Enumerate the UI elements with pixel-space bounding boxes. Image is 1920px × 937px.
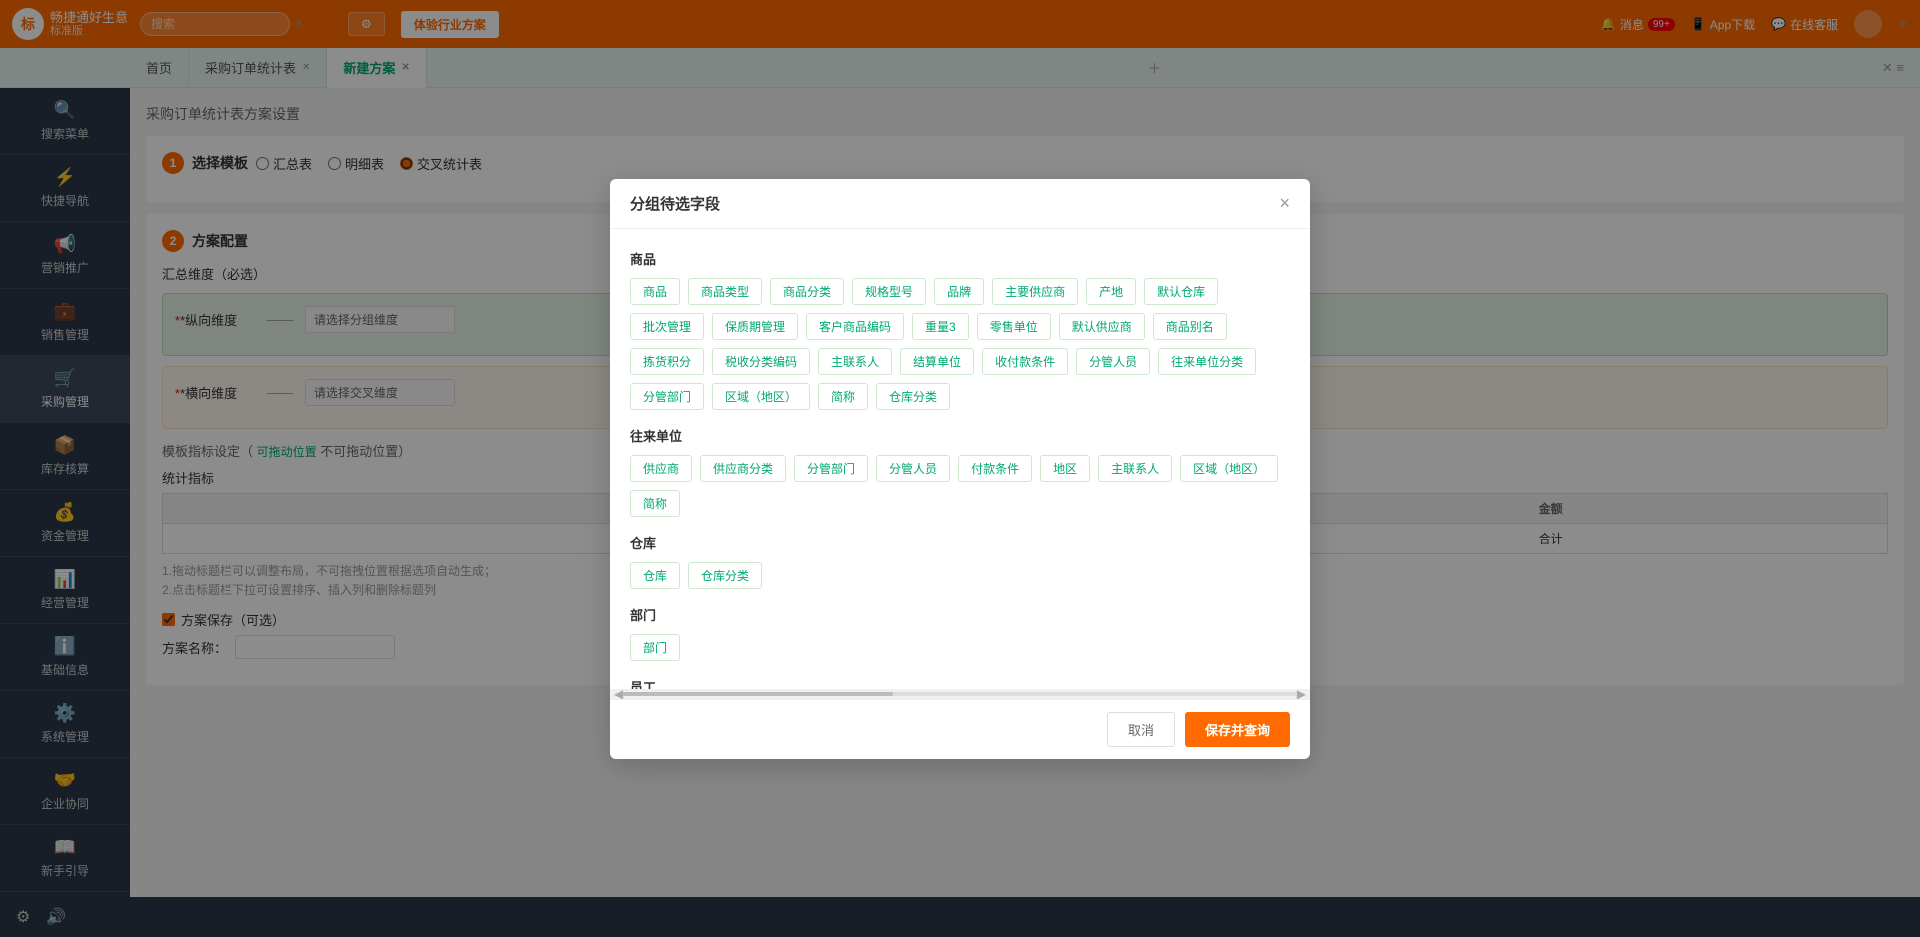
modal-footer: 取消 保存并查询 bbox=[610, 699, 1310, 759]
field-tag-partner-dept[interactable]: 分管部门 bbox=[794, 455, 868, 482]
field-tag-department[interactable]: 部门 bbox=[630, 634, 680, 661]
hscroll-track bbox=[623, 692, 1297, 696]
field-tag-main-supplier[interactable]: 主要供应商 bbox=[992, 278, 1078, 305]
field-tag-shelf-life[interactable]: 保质期管理 bbox=[712, 313, 798, 340]
field-tag-product-type[interactable]: 商品类型 bbox=[688, 278, 762, 305]
field-tag-origin[interactable]: 产地 bbox=[1086, 278, 1136, 305]
field-tag-settlement-unit[interactable]: 结算单位 bbox=[900, 348, 974, 375]
field-tag-warehouse-cat[interactable]: 仓库分类 bbox=[688, 562, 762, 589]
field-tag-brand[interactable]: 品牌 bbox=[934, 278, 984, 305]
field-tag-dept[interactable]: 分管部门 bbox=[630, 383, 704, 410]
field-tag-customer-code[interactable]: 客户商品编码 bbox=[806, 313, 904, 340]
field-tag-partner-main-contact[interactable]: 主联系人 bbox=[1098, 455, 1172, 482]
field-tag-warehouse[interactable]: 仓库 bbox=[630, 562, 680, 589]
field-tags-partner: 供应商 供应商分类 分管部门 分管人员 付款条件 地区 主联系人 区域（地区） … bbox=[630, 455, 1290, 517]
field-tag-supervisor[interactable]: 分管人员 bbox=[1076, 348, 1150, 375]
field-tag-pick-points[interactable]: 拣货积分 bbox=[630, 348, 704, 375]
field-tag-main-contact[interactable]: 主联系人 bbox=[818, 348, 892, 375]
field-tag-payment-condition[interactable]: 付款条件 bbox=[958, 455, 1032, 482]
field-tag-product-category[interactable]: 商品分类 bbox=[770, 278, 844, 305]
modal-overlay: 分组待选字段 × 商品 商品 商品类型 商品分类 规格型号 品牌 主要供应商 产… bbox=[0, 0, 1920, 937]
field-tag-spec-model[interactable]: 规格型号 bbox=[852, 278, 926, 305]
modal-title: 分组待选字段 bbox=[630, 193, 720, 214]
field-tag-default-supplier[interactable]: 默认供应商 bbox=[1059, 313, 1145, 340]
section-title-product: 商品 bbox=[630, 249, 1290, 268]
field-tags-warehouse: 仓库 仓库分类 bbox=[630, 562, 1290, 589]
field-tags-product: 商品 商品类型 商品分类 规格型号 品牌 主要供应商 产地 默认仓库 批次管理 … bbox=[630, 278, 1290, 410]
field-tag-product-alias[interactable]: 商品别名 bbox=[1153, 313, 1227, 340]
field-tag-region[interactable]: 区域（地区） bbox=[712, 383, 810, 410]
field-tag-supplier[interactable]: 供应商 bbox=[630, 455, 692, 482]
field-tag-retail-unit[interactable]: 零售单位 bbox=[977, 313, 1051, 340]
modal-dialog: 分组待选字段 × 商品 商品 商品类型 商品分类 规格型号 品牌 主要供应商 产… bbox=[610, 179, 1310, 759]
field-tag-product[interactable]: 商品 bbox=[630, 278, 680, 305]
section-title-warehouse: 仓库 bbox=[630, 533, 1290, 552]
section-title-partner: 往来单位 bbox=[630, 426, 1290, 445]
modal-cancel-button[interactable]: 取消 bbox=[1107, 712, 1175, 747]
field-tag-partner-region[interactable]: 区域（地区） bbox=[1180, 455, 1278, 482]
section-title-dept: 部门 bbox=[630, 605, 1290, 624]
field-tag-tax-code[interactable]: 税收分类编码 bbox=[712, 348, 810, 375]
field-tag-default-warehouse[interactable]: 默认仓库 bbox=[1144, 278, 1218, 305]
field-tag-partner-category[interactable]: 往来单位分类 bbox=[1158, 348, 1256, 375]
field-tag-warehouse-category[interactable]: 仓库分类 bbox=[876, 383, 950, 410]
field-tag-payment-terms[interactable]: 收付款条件 bbox=[982, 348, 1068, 375]
field-tag-batch-mgmt[interactable]: 批次管理 bbox=[630, 313, 704, 340]
field-tag-supplier-category[interactable]: 供应商分类 bbox=[700, 455, 786, 482]
field-tag-weight3[interactable]: 重量3 bbox=[912, 313, 969, 340]
section-title-employee: 员工 bbox=[630, 677, 1290, 689]
field-tag-district[interactable]: 地区 bbox=[1040, 455, 1090, 482]
modal-save-button[interactable]: 保存并查询 bbox=[1185, 712, 1290, 747]
field-tag-partner-abbrev[interactable]: 简称 bbox=[630, 490, 680, 517]
modal-header: 分组待选字段 × bbox=[610, 179, 1310, 229]
hscroll-thumb bbox=[623, 692, 892, 696]
modal-hscroll: ◀ ▶ bbox=[610, 689, 1310, 699]
field-tags-dept: 部门 bbox=[630, 634, 1290, 661]
field-tag-abbrev[interactable]: 简称 bbox=[818, 383, 868, 410]
modal-close-button[interactable]: × bbox=[1279, 193, 1290, 214]
field-tag-partner-supervisor[interactable]: 分管人员 bbox=[876, 455, 950, 482]
modal-body: 商品 商品 商品类型 商品分类 规格型号 品牌 主要供应商 产地 默认仓库 批次… bbox=[610, 229, 1310, 689]
